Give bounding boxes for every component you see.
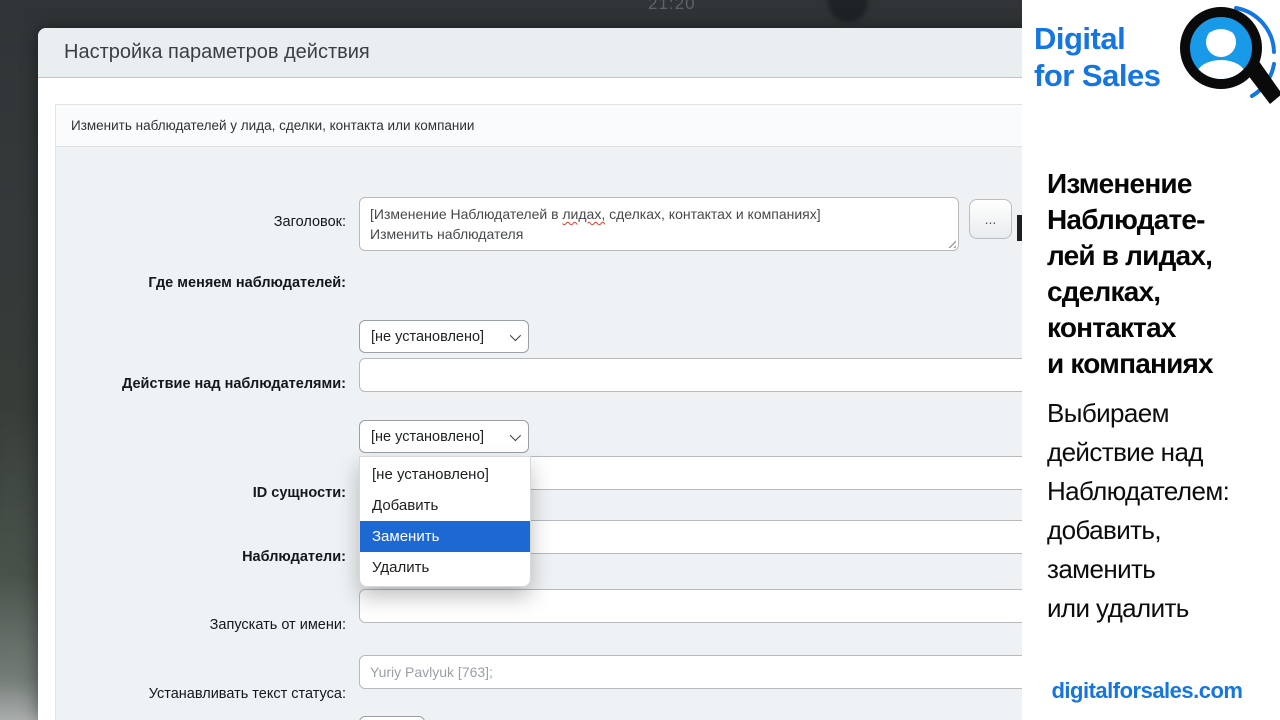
promo-body-text: Выбираем действие над Наблюдателем: доба… — [1047, 398, 1230, 623]
title-line2: Изменить наблюдателя — [370, 226, 524, 242]
brand-logo-text: Digital for Sales — [1034, 21, 1161, 93]
background-clock-text: 21:20 — [648, 0, 696, 13]
magnifier-face-logo-icon — [1174, 2, 1280, 114]
label-action: Действие над наблюдателями: — [121, 376, 346, 392]
misspelled-word: лидах, — [562, 206, 606, 222]
status-text-select[interactable]: Да — [359, 716, 425, 720]
where-input[interactable] — [359, 358, 1096, 392]
label-where: Где меняем наблюдателей: — [148, 275, 346, 291]
label-entity-id: ID сущности: — [252, 485, 346, 501]
promo-heading: Изменение Наблюдате- лей в лидах, сделка… — [1047, 168, 1214, 379]
dropdown-option-delete[interactable]: Удалить — [360, 552, 530, 583]
dialog-title: Настройка параметров действия — [64, 41, 370, 63]
dropdown-option-add[interactable]: Добавить — [360, 490, 530, 521]
label-observers: Наблюдатели: — [242, 549, 346, 565]
promo-sidebar: Digital for Sales Изменение Наблюдате- л… — [1022, 0, 1280, 720]
website-text: digitalforsales.com — [1051, 678, 1243, 703]
label-title: Заголовок: — [273, 214, 346, 230]
screenshot-stage: 21:20 Настройка параметров действия Изме… — [0, 0, 1280, 720]
label-status-text: Устанавливать текст статуса: — [148, 686, 346, 702]
dropdown-option-not-set[interactable]: [не установлено] — [360, 459, 530, 490]
run-as-input[interactable] — [359, 655, 1096, 689]
action-dropdown-popup: [не установлено] Добавить Заменить Удали… — [359, 456, 531, 587]
chevron-down-icon — [509, 329, 522, 341]
title-line1: [Изменение Наблюдателей в лидах, сделках… — [370, 206, 821, 222]
title-textarea[interactable]: [Изменение Наблюдателей в лидах, сделках… — [359, 197, 959, 251]
activity-section-title: Изменить наблюдателей у лида, сделки, ко… — [71, 118, 475, 133]
dropdown-option-replace[interactable]: Заменить — [360, 521, 530, 552]
chevron-down-icon — [509, 429, 522, 441]
label-run-as: Запускать от имени: — [209, 617, 346, 633]
action-select[interactable]: [не установлено] — [359, 420, 529, 453]
where-select[interactable]: [не установлено] — [359, 320, 529, 353]
observers-input[interactable] — [359, 589, 1096, 623]
background-avatar-blob — [828, 0, 868, 22]
title-more-button[interactable]: ... — [969, 199, 1012, 239]
